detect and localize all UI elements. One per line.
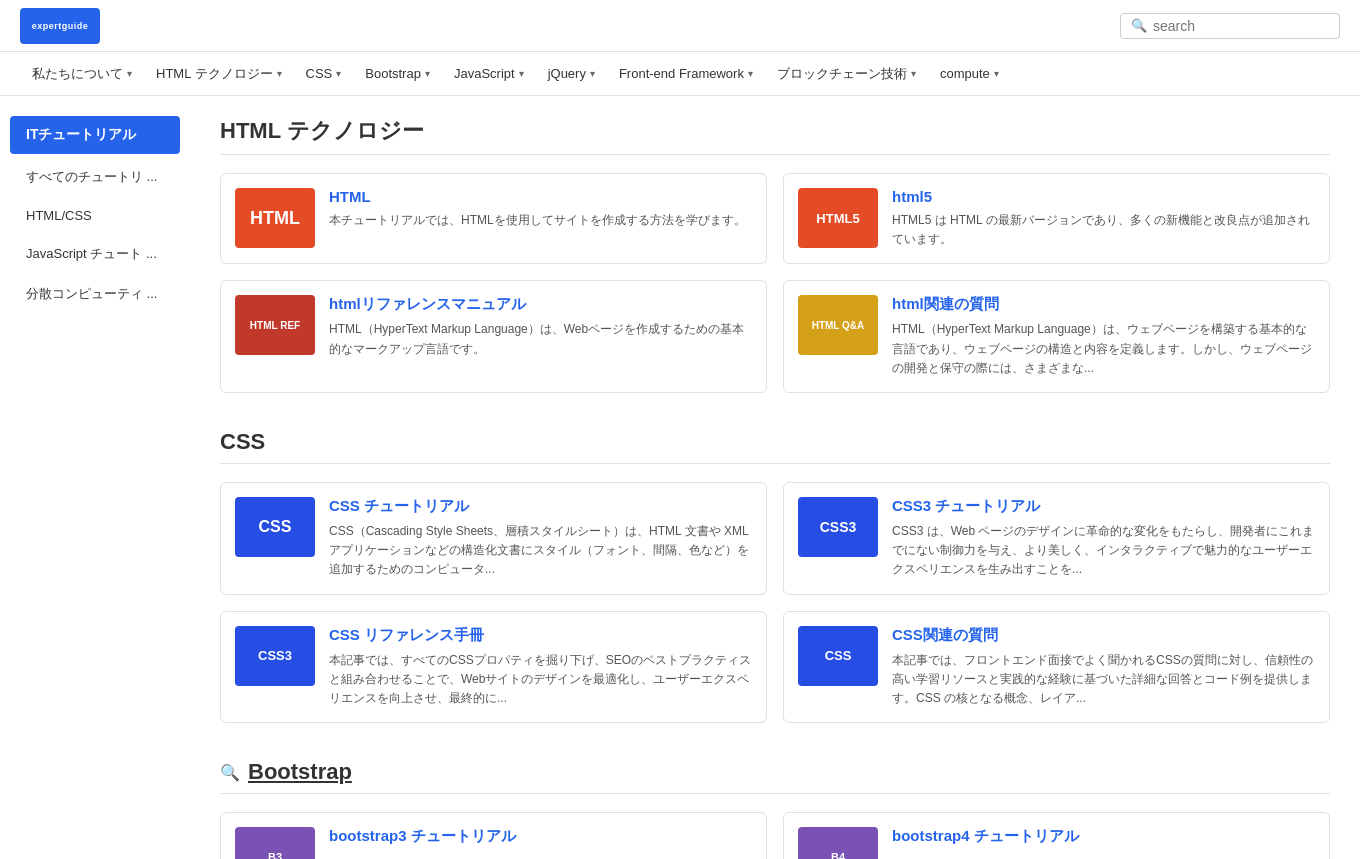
nav-item-bootstrap[interactable]: Bootstrap ▾ xyxy=(353,52,442,96)
card-thumb-css3: CSS3 xyxy=(798,497,878,557)
search-input[interactable] xyxy=(1153,18,1329,34)
card-thumb-htmlref: HTML REF xyxy=(235,295,315,355)
chevron-down-icon: ▾ xyxy=(519,68,524,79)
nav-item-javascript-label: JavaScript xyxy=(454,66,515,81)
section-title-bootstrap-text: Bootstrap xyxy=(248,759,352,785)
logo-text: expertguide xyxy=(32,21,89,31)
chevron-down-icon: ▾ xyxy=(336,68,341,79)
chevron-down-icon: ▾ xyxy=(994,68,999,79)
sidebar-item-htmlcss[interactable]: HTML/CSS xyxy=(10,198,180,233)
card-content-htmlref: htmlリファレンスマニュアル HTML（HyperText Markup La… xyxy=(329,295,752,358)
card-grid-css: CSS CSS チュートリアル CSS（Cascading Style Shee… xyxy=(220,482,1330,723)
card-desc-cssqa: 本記事では、フロントエンド面接でよく聞かれるCSSの質問に対し、信頼性の高い学習… xyxy=(892,651,1315,709)
card-thumb-html: HTML xyxy=(235,188,315,248)
sidebar-item-distributed[interactable]: 分散コンピューティ ... xyxy=(10,275,180,313)
card-title-bootstrap4: bootstrap4 チュートリアル xyxy=(892,827,1315,846)
card-thumb-bootstrap4: B4 xyxy=(798,827,878,859)
card-css-qa[interactable]: CSS CSS関連の質問 本記事では、フロントエンド面接でよく聞かれるCSSの質… xyxy=(783,611,1330,724)
card-content-bootstrap3: bootstrap3 チュートリアル xyxy=(329,827,752,852)
nav-item-bootstrap-label: Bootstrap xyxy=(365,66,421,81)
nav-item-css[interactable]: CSS ▾ xyxy=(294,52,354,96)
card-htmlref[interactable]: HTML REF htmlリファレンスマニュアル HTML（HyperText … xyxy=(220,280,767,393)
card-content-html5: html5 HTML5 は HTML の最新バージョンであり、多くの新機能と改良… xyxy=(892,188,1315,249)
card-thumb-bootstrap3: B3 xyxy=(235,827,315,859)
card-css-tutorial[interactable]: CSS CSS チュートリアル CSS（Cascading Style Shee… xyxy=(220,482,767,595)
layout: ITチュートリアル すべてのチュートリ ... HTML/CSS JavaScr… xyxy=(0,96,1360,859)
logo[interactable]: expertguide xyxy=(20,8,100,44)
nav-item-jquery[interactable]: jQuery ▾ xyxy=(536,52,607,96)
section-title-html: HTML テクノロジー xyxy=(220,116,1330,155)
header: expertguide 🔍 xyxy=(0,0,1360,52)
card-title-bootstrap3: bootstrap3 チュートリアル xyxy=(329,827,752,846)
nav-item-html-label: HTML テクノロジー xyxy=(156,65,273,83)
nav-item-compute-label: compute xyxy=(940,66,990,81)
card-title-html5: html5 xyxy=(892,188,1315,205)
main-nav: 私たちについて ▾ HTML テクノロジー ▾ CSS ▾ Bootstrap … xyxy=(0,52,1360,96)
card-content-html: HTML 本チュートリアルでは、HTMLを使用してサイトを作成する方法を学びます… xyxy=(329,188,752,230)
nav-item-jquery-label: jQuery xyxy=(548,66,586,81)
chevron-down-icon: ▾ xyxy=(425,68,430,79)
card-html[interactable]: HTML HTML 本チュートリアルでは、HTMLを使用してサイトを作成する方法… xyxy=(220,173,767,264)
card-html5[interactable]: HTML5 html5 HTML5 は HTML の最新バージョンであり、多くの… xyxy=(783,173,1330,264)
nav-item-compute[interactable]: compute ▾ xyxy=(928,52,1011,96)
card-title-cssref: CSS リファレンス手冊 xyxy=(329,626,752,645)
chevron-down-icon: ▾ xyxy=(127,68,132,79)
card-title-css3: CSS3 チュートリアル xyxy=(892,497,1315,516)
section-title-css: CSS xyxy=(220,429,1330,464)
sidebar-title: ITチュートリアル xyxy=(10,116,180,154)
card-bootstrap3[interactable]: B3 bootstrap3 チュートリアル xyxy=(220,812,767,859)
card-desc-html5: HTML5 は HTML の最新バージョンであり、多くの新機能と改良点が追加され… xyxy=(892,211,1315,249)
card-desc-html: 本チュートリアルでは、HTMLを使用してサイトを作成する方法を学びます。 xyxy=(329,211,752,230)
card-grid-html: HTML HTML 本チュートリアルでは、HTMLを使用してサイトを作成する方法… xyxy=(220,173,1330,393)
card-content-cssref: CSS リファレンス手冊 本記事では、すべてのCSSプロパティを掘り下げ、SEO… xyxy=(329,626,752,709)
card-content-bootstrap4: bootstrap4 チュートリアル xyxy=(892,827,1315,852)
nav-item-blockchain[interactable]: ブロックチェーン技術 ▾ xyxy=(765,52,928,96)
search-container[interactable]: 🔍 xyxy=(1120,13,1340,39)
card-content-cssqa: CSS関連の質問 本記事では、フロントエンド面接でよく聞かれるCSSの質問に対し… xyxy=(892,626,1315,709)
search-icon: 🔍 xyxy=(220,763,240,782)
card-desc-css: CSS（Cascading Style Sheets、層積スタイルシート）は、H… xyxy=(329,522,752,580)
card-title-cssqa: CSS関連の質問 xyxy=(892,626,1315,645)
card-title-htmlqa: html関連の質問 xyxy=(892,295,1315,314)
card-desc-htmlqa: HTML（HyperText Markup Language）は、ウェブページを… xyxy=(892,320,1315,378)
card-css-ref[interactable]: CSS3 CSS リファレンス手冊 本記事では、すべてのCSSプロパティを掘り下… xyxy=(220,611,767,724)
chevron-down-icon: ▾ xyxy=(590,68,595,79)
sidebar-item-all[interactable]: すべてのチュートリ ... xyxy=(10,158,180,196)
nav-item-about[interactable]: 私たちについて ▾ xyxy=(20,52,144,96)
nav-item-frontend[interactable]: Front-end Framework ▾ xyxy=(607,52,765,96)
nav-item-blockchain-label: ブロックチェーン技術 xyxy=(777,65,907,83)
chevron-down-icon: ▾ xyxy=(748,68,753,79)
nav-item-javascript[interactable]: JavaScript ▾ xyxy=(442,52,536,96)
card-title-html: HTML xyxy=(329,188,752,205)
main-content: HTML テクノロジー HTML HTML 本チュートリアルでは、HTMLを使用… xyxy=(190,96,1360,859)
card-thumb-cssref: CSS3 xyxy=(235,626,315,686)
card-htmlqa[interactable]: HTML Q&A html関連の質問 HTML（HyperText Markup… xyxy=(783,280,1330,393)
card-css3-tutorial[interactable]: CSS3 CSS3 チュートリアル CSS3 は、Web ページのデザインに革命… xyxy=(783,482,1330,595)
card-desc-htmlref: HTML（HyperText Markup Language）は、Webページを… xyxy=(329,320,752,358)
sidebar: ITチュートリアル すべてのチュートリ ... HTML/CSS JavaScr… xyxy=(0,96,190,859)
chevron-down-icon: ▾ xyxy=(911,68,916,79)
card-thumb-html5: HTML5 xyxy=(798,188,878,248)
chevron-down-icon: ▾ xyxy=(277,68,282,79)
card-content-htmlqa: html関連の質問 HTML（HyperText Markup Language… xyxy=(892,295,1315,378)
card-desc-cssref: 本記事では、すべてのCSSプロパティを掘り下げ、SEOのベストプラクティスと組み… xyxy=(329,651,752,709)
sidebar-item-javascript[interactable]: JavaScript チュート ... xyxy=(10,235,180,273)
search-icon: 🔍 xyxy=(1131,18,1147,33)
card-bootstrap4[interactable]: B4 bootstrap4 チュートリアル xyxy=(783,812,1330,859)
card-desc-css3: CSS3 は、Web ページのデザインに革命的な変化をもたらし、開発者にこれまで… xyxy=(892,522,1315,580)
nav-item-frontend-label: Front-end Framework xyxy=(619,66,744,81)
nav-item-html[interactable]: HTML テクノロジー ▾ xyxy=(144,52,294,96)
card-content-css3: CSS3 チュートリアル CSS3 は、Web ページのデザインに革命的な変化を… xyxy=(892,497,1315,580)
card-thumb-htmlqa: HTML Q&A xyxy=(798,295,878,355)
nav-item-about-label: 私たちについて xyxy=(32,65,123,83)
card-title-css: CSS チュートリアル xyxy=(329,497,752,516)
card-content-css: CSS チュートリアル CSS（Cascading Style Sheets、層… xyxy=(329,497,752,580)
card-thumb-css: CSS xyxy=(235,497,315,557)
nav-item-css-label: CSS xyxy=(306,66,333,81)
section-title-bootstrap: 🔍 Bootstrap xyxy=(220,759,1330,794)
card-title-htmlref: htmlリファレンスマニュアル xyxy=(329,295,752,314)
card-thumb-cssqa: CSS xyxy=(798,626,878,686)
card-grid-bootstrap: B3 bootstrap3 チュートリアル B4 bootstrap4 チュート… xyxy=(220,812,1330,859)
